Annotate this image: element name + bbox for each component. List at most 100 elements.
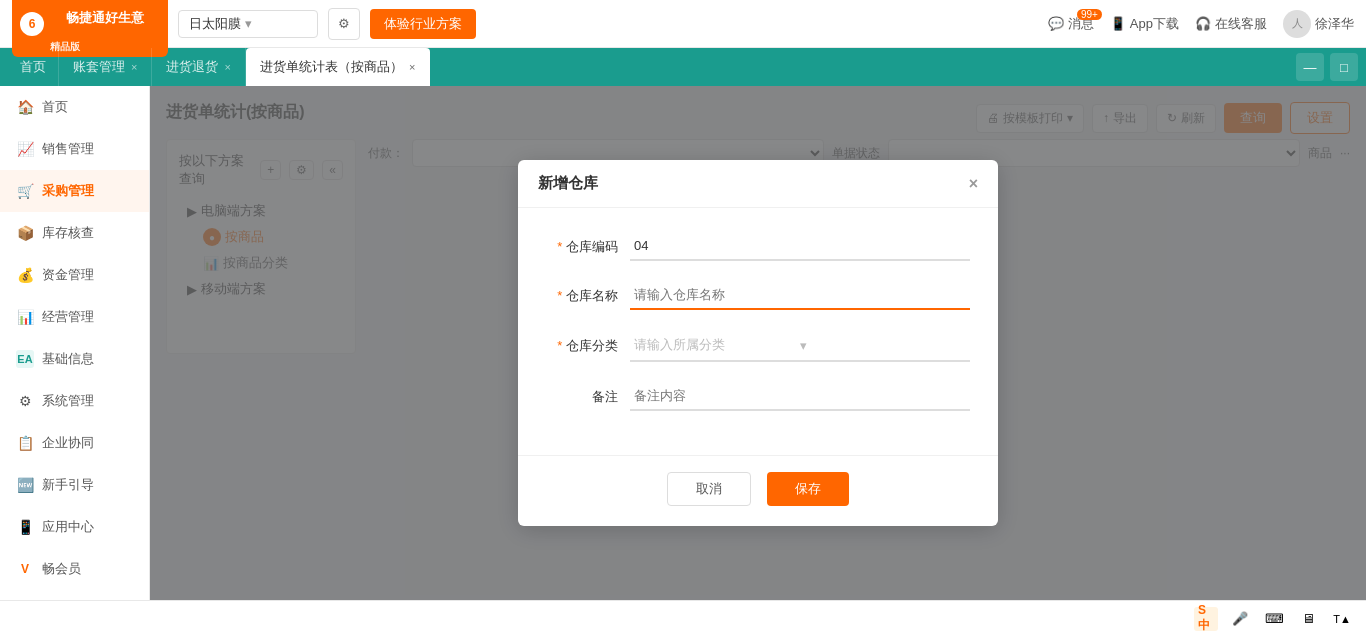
tab-maximize-button[interactable]: □ <box>1330 53 1358 81</box>
appcenter-icon: 📱 <box>16 518 34 536</box>
sidebar-item-guide[interactable]: 🆕 新手引导 <box>0 464 149 506</box>
save-button[interactable]: 保存 <box>767 472 849 506</box>
logo-text: 畅捷通好生意 精品版 <box>50 0 160 53</box>
inventory-icon: 📦 <box>16 224 34 242</box>
tab-purchase-stats-label: 进货单统计表（按商品） <box>260 58 403 76</box>
sidebar-item-system-label: 系统管理 <box>42 392 94 410</box>
display-icon[interactable]: 🖥 <box>1296 607 1320 631</box>
note-input[interactable] <box>630 382 970 411</box>
nav-tabs: 首页 账套管理 × 进货退货 × 进货单统计表（按商品） × — □ <box>0 48 1366 86</box>
bottom-bar: S中 🎤 ⌨ 🖥 T▲ <box>0 600 1366 636</box>
logo-sub: 精品版 <box>50 41 160 53</box>
sidebar-item-enterprise[interactable]: 📋 企业协同 <box>0 422 149 464</box>
category-placeholder: 请输入所属分类 <box>634 336 800 354</box>
sidebar-item-enterprise-label: 企业协同 <box>42 434 94 452</box>
s-icon[interactable]: S中 <box>1194 607 1218 631</box>
sidebar-item-sales[interactable]: 📈 销售管理 <box>0 128 149 170</box>
sidebar-item-system[interactable]: ⚙ 系统管理 <box>0 380 149 422</box>
sidebar-item-guide-label: 新手引导 <box>42 476 94 494</box>
tab-purchase-return-label: 进货退货 <box>166 58 218 76</box>
sidebar-item-home[interactable]: 🏠 首页 <box>0 86 149 128</box>
dialog-body: 仓库编码 仓库名称 仓库分类 请输入所属分类 ▾ 备注 <box>518 208 998 455</box>
top-right-area: 💬 消息 99+ 📱 App下载 🎧 在线客服 人 徐泽华 <box>1048 10 1354 38</box>
basic-icon: EA <box>16 350 34 368</box>
dialog-field-code: 仓库编码 <box>546 232 970 261</box>
sidebar-item-finance[interactable]: 💰 资金管理 <box>0 254 149 296</box>
sidebar-item-basic[interactable]: EA 基础信息 <box>0 338 149 380</box>
message-button[interactable]: 💬 消息 99+ <box>1048 15 1094 33</box>
dialog-field-name: 仓库名称 <box>546 281 970 310</box>
sidebar-item-operation-label: 经营管理 <box>42 308 94 326</box>
sidebar-item-operation[interactable]: 📊 经营管理 <box>0 296 149 338</box>
tab-home-label: 首页 <box>20 58 46 76</box>
system-icon: ⚙ <box>16 392 34 410</box>
store-selector[interactable]: 日太阳膜 ▾ <box>178 10 318 38</box>
cancel-button[interactable]: 取消 <box>667 472 751 506</box>
logo-main: 畅捷通好生意 <box>50 0 160 41</box>
note-label: 备注 <box>546 388 618 406</box>
dropdown-arrow-icon: ▾ <box>245 16 252 31</box>
code-input[interactable] <box>630 232 970 261</box>
trial-button[interactable]: 体验行业方案 <box>370 9 476 39</box>
sidebar-item-inventory[interactable]: 📦 库存核查 <box>0 212 149 254</box>
member-icon: V <box>16 560 34 578</box>
tab-controls: — □ <box>1296 53 1358 81</box>
user-name: 徐泽华 <box>1315 15 1354 33</box>
tab-account-label: 账套管理 <box>73 58 125 76</box>
sidebar-item-finance-label: 资金管理 <box>42 266 94 284</box>
message-icon: 💬 <box>1048 16 1064 31</box>
operation-icon: 📊 <box>16 308 34 326</box>
sidebar-item-purchase-label: 采购管理 <box>42 182 94 200</box>
tab-purchase-return-close-icon[interactable]: × <box>224 61 230 73</box>
modal-overlay: 新增仓库 × 仓库编码 仓库名称 仓库分类 请输入所属分类 ▾ <box>150 86 1366 600</box>
user-area[interactable]: 人 徐泽华 <box>1283 10 1354 38</box>
settings-icon[interactable]: ⚙ <box>328 8 360 40</box>
sidebar-item-member[interactable]: V 畅会员 <box>0 548 149 590</box>
message-badge: 99+ <box>1077 9 1102 20</box>
tab-purchase-stats-close-icon[interactable]: × <box>409 61 415 73</box>
category-label: 仓库分类 <box>546 337 618 355</box>
dialog-close-button[interactable]: × <box>969 175 978 193</box>
tab-purchase-stats[interactable]: 进货单统计表（按商品） × <box>246 48 430 86</box>
tab-minimize-button[interactable]: — <box>1296 53 1324 81</box>
online-service-label: 在线客服 <box>1215 15 1267 33</box>
sidebar-item-purchase[interactable]: 🛒 采购管理 <box>0 170 149 212</box>
headset-icon: 🎧 <box>1195 16 1211 31</box>
code-label: 仓库编码 <box>546 238 618 256</box>
avatar: 人 <box>1283 10 1311 38</box>
logo-icon: 6 <box>20 12 44 36</box>
sidebar: 🏠 首页 📈 销售管理 🛒 采购管理 📦 库存核查 💰 资金管理 📊 经营管理 … <box>0 86 150 636</box>
keyboard-icon[interactable]: ⌨ <box>1262 607 1286 631</box>
finance-icon: 💰 <box>16 266 34 284</box>
dialog-footer: 取消 保存 <box>518 455 998 526</box>
top-bar: 6 畅捷通好生意 精品版 日太阳膜 ▾ ⚙ 体验行业方案 💬 消息 99+ 📱 … <box>0 0 1366 48</box>
tab-purchase-return[interactable]: 进货退货 × <box>152 48 245 86</box>
mic-icon[interactable]: 🎤 <box>1228 607 1252 631</box>
category-select[interactable]: 请输入所属分类 ▾ <box>630 330 970 362</box>
sidebar-item-member-label: 畅会员 <box>42 560 81 578</box>
category-dropdown-icon: ▾ <box>800 338 966 353</box>
sidebar-item-sales-label: 销售管理 <box>42 140 94 158</box>
dialog-header: 新增仓库 × <box>518 160 998 208</box>
language-icon[interactable]: T▲ <box>1330 607 1354 631</box>
online-service-button[interactable]: 🎧 在线客服 <box>1195 15 1267 33</box>
dialog-field-note: 备注 <box>546 382 970 411</box>
sidebar-item-appcenter-label: 应用中心 <box>42 518 94 536</box>
app-download-icon: 📱 <box>1110 16 1126 31</box>
tab-home[interactable]: 首页 <box>8 48 59 86</box>
store-name: 日太阳膜 <box>189 15 241 33</box>
purchase-icon: 🛒 <box>16 182 34 200</box>
sidebar-item-home-label: 首页 <box>42 98 68 116</box>
tab-account[interactable]: 账套管理 × <box>59 48 152 86</box>
sidebar-item-appcenter[interactable]: 📱 应用中心 <box>0 506 149 548</box>
new-warehouse-dialog: 新增仓库 × 仓库编码 仓库名称 仓库分类 请输入所属分类 ▾ <box>518 160 998 526</box>
guide-icon: 🆕 <box>16 476 34 494</box>
dialog-field-category: 仓库分类 请输入所属分类 ▾ <box>546 330 970 362</box>
home-icon: 🏠 <box>16 98 34 116</box>
name-input[interactable] <box>630 281 970 310</box>
name-label: 仓库名称 <box>546 287 618 305</box>
sales-icon: 📈 <box>16 140 34 158</box>
app-download-button[interactable]: 📱 App下载 <box>1110 15 1179 33</box>
sidebar-item-inventory-label: 库存核查 <box>42 224 94 242</box>
tab-account-close-icon[interactable]: × <box>131 61 137 73</box>
